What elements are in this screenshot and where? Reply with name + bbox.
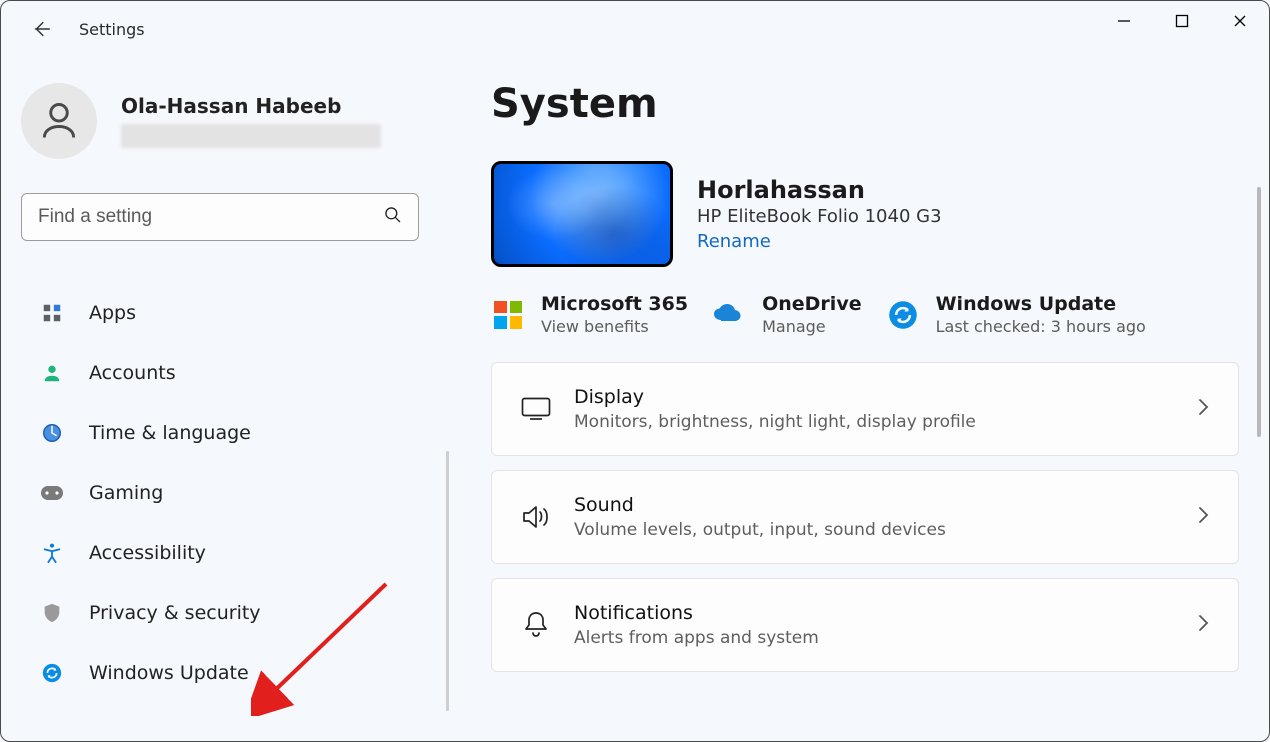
accessibility-icon bbox=[39, 540, 65, 566]
card-display[interactable]: Display Monitors, brightness, night ligh… bbox=[491, 362, 1239, 456]
chevron-right-icon bbox=[1196, 504, 1210, 530]
accounts-icon bbox=[39, 360, 65, 386]
nav-item-label: Accounts bbox=[89, 362, 176, 384]
ribbon-text: Windows Update Last checked: 3 hours ago bbox=[936, 293, 1146, 336]
bell-icon bbox=[512, 611, 560, 639]
card-text: Notifications Alerts from apps and syste… bbox=[574, 602, 1196, 648]
ribbon-sub: View benefits bbox=[541, 317, 688, 336]
nav-item-gaming[interactable]: Gaming bbox=[21, 469, 431, 517]
sidebar: Ola-Hassan Habeeb Apps Accounts Time & l… bbox=[21, 83, 431, 709]
desktop-preview-thumb[interactable] bbox=[491, 161, 673, 267]
shield-icon bbox=[39, 600, 65, 626]
card-title: Notifications bbox=[574, 602, 1196, 624]
window-controls bbox=[1095, 1, 1269, 41]
settings-window: Settings Ola-Hassan Habeeb bbox=[0, 0, 1270, 742]
ribbon-sub: Manage bbox=[762, 317, 862, 336]
device-row: Horlahassan HP EliteBook Folio 1040 G3 R… bbox=[491, 161, 1239, 267]
nav-item-label: Accessibility bbox=[89, 542, 206, 564]
nav-item-windows-update[interactable]: Windows Update bbox=[21, 649, 431, 697]
card-title: Display bbox=[574, 386, 1196, 408]
back-button[interactable] bbox=[21, 9, 61, 49]
nav-scrollbar[interactable] bbox=[446, 451, 449, 711]
rename-link[interactable]: Rename bbox=[697, 231, 771, 252]
close-button[interactable] bbox=[1211, 1, 1269, 41]
ribbon-sub: Last checked: 3 hours ago bbox=[936, 317, 1146, 336]
ribbon-onedrive[interactable]: OneDrive Manage bbox=[712, 293, 862, 336]
ribbon-title: Windows Update bbox=[936, 293, 1146, 315]
clock-globe-icon bbox=[39, 420, 65, 446]
account-text: Ola-Hassan Habeeb bbox=[121, 94, 381, 148]
card-text: Sound Volume levels, output, input, soun… bbox=[574, 494, 1196, 540]
user-icon bbox=[37, 99, 81, 143]
main-scrollbar[interactable] bbox=[1257, 187, 1261, 437]
ribbon-text: OneDrive Manage bbox=[762, 293, 862, 336]
nav-item-label: Apps bbox=[89, 302, 136, 324]
nav-item-time-language[interactable]: Time & language bbox=[21, 409, 431, 457]
maximize-icon bbox=[1175, 14, 1189, 28]
device-info: Horlahassan HP EliteBook Folio 1040 G3 R… bbox=[697, 176, 1239, 252]
card-sound[interactable]: Sound Volume levels, output, input, soun… bbox=[491, 470, 1239, 564]
card-title: Sound bbox=[574, 494, 1196, 516]
ribbon-title: Microsoft 365 bbox=[541, 293, 688, 315]
device-name: Horlahassan bbox=[697, 176, 1239, 204]
app-title: Settings bbox=[79, 20, 145, 39]
avatar bbox=[21, 83, 97, 159]
nav-list: Apps Accounts Time & language Gaming Acc… bbox=[21, 289, 431, 697]
chevron-right-icon bbox=[1196, 612, 1210, 638]
device-model: HP EliteBook Folio 1040 G3 bbox=[697, 206, 1239, 227]
card-text: Display Monitors, brightness, night ligh… bbox=[574, 386, 1196, 432]
search-box[interactable] bbox=[21, 193, 419, 241]
microsoft-logo-icon bbox=[491, 298, 525, 332]
ribbon-text: Microsoft 365 View benefits bbox=[541, 293, 688, 336]
gamepad-icon bbox=[39, 480, 65, 506]
status-ribbon: Microsoft 365 View benefits OneDrive Man… bbox=[491, 293, 1239, 336]
card-sub: Monitors, brightness, night light, displ… bbox=[574, 412, 1196, 432]
apps-icon bbox=[39, 300, 65, 326]
account-name: Ola-Hassan Habeeb bbox=[121, 94, 381, 118]
nav-item-accessibility[interactable]: Accessibility bbox=[21, 529, 431, 577]
page-title: System bbox=[491, 81, 1239, 127]
search-input[interactable] bbox=[21, 193, 419, 241]
account-block[interactable]: Ola-Hassan Habeeb bbox=[21, 83, 431, 159]
back-arrow-icon bbox=[30, 18, 52, 40]
nav-item-accounts[interactable]: Accounts bbox=[21, 349, 431, 397]
ribbon-ms365[interactable]: Microsoft 365 View benefits bbox=[491, 293, 688, 336]
update-circle-icon bbox=[886, 298, 920, 332]
nav-item-apps[interactable]: Apps bbox=[21, 289, 431, 337]
nav-item-label: Time & language bbox=[89, 422, 251, 444]
ribbon-title: OneDrive bbox=[762, 293, 862, 315]
maximize-button[interactable] bbox=[1153, 1, 1211, 41]
minimize-button[interactable] bbox=[1095, 1, 1153, 41]
account-email-redacted bbox=[121, 124, 381, 148]
nav-item-label: Windows Update bbox=[89, 662, 249, 684]
card-sub: Volume levels, output, input, sound devi… bbox=[574, 520, 1196, 540]
nav-item-label: Privacy & security bbox=[89, 602, 261, 624]
card-notifications[interactable]: Notifications Alerts from apps and syste… bbox=[491, 578, 1239, 672]
ribbon-windows-update[interactable]: Windows Update Last checked: 3 hours ago bbox=[886, 293, 1146, 336]
titlebar: Settings bbox=[1, 1, 1269, 57]
chevron-right-icon bbox=[1196, 396, 1210, 422]
onedrive-icon bbox=[712, 298, 746, 332]
nav-item-privacy-security[interactable]: Privacy & security bbox=[21, 589, 431, 637]
main-content: System Horlahassan HP EliteBook Folio 10… bbox=[491, 81, 1239, 733]
card-sub: Alerts from apps and system bbox=[574, 628, 1196, 648]
close-icon bbox=[1233, 14, 1247, 28]
sound-icon bbox=[512, 504, 560, 530]
update-icon bbox=[39, 660, 65, 686]
nav-item-label: Gaming bbox=[89, 482, 163, 504]
minimize-icon bbox=[1117, 14, 1131, 28]
display-icon bbox=[512, 397, 560, 421]
